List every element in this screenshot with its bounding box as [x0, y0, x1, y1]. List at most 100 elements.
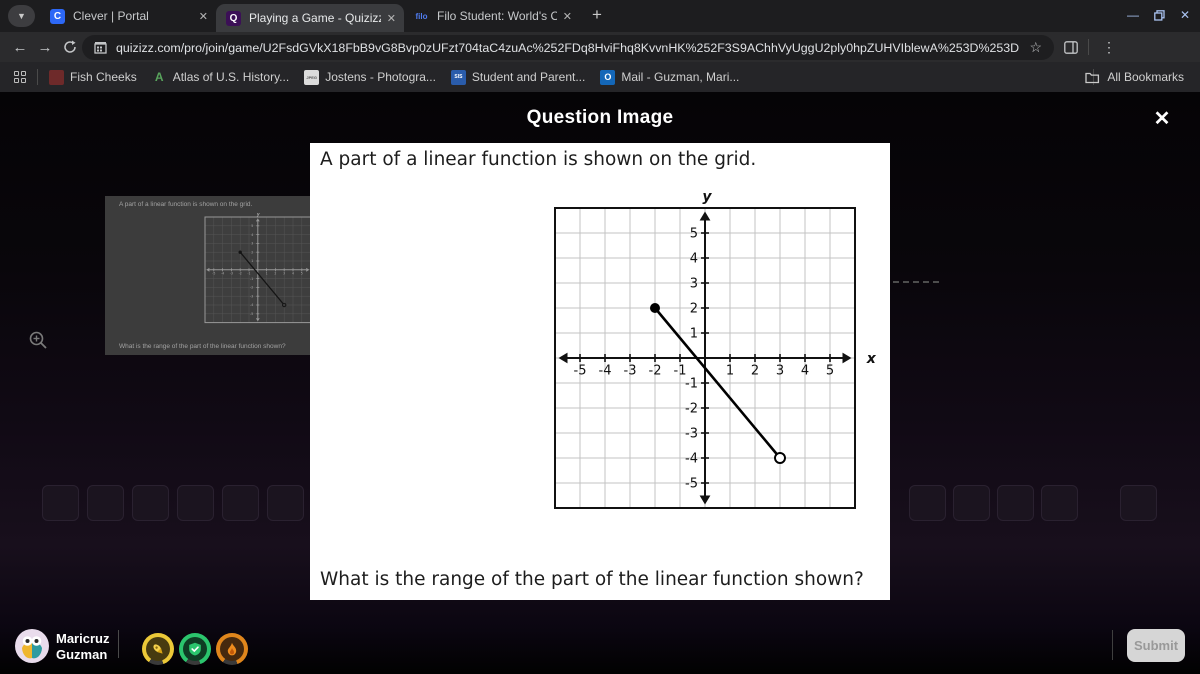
- placeholder-tile: [1041, 485, 1078, 521]
- browser-tab-1[interactable]: C Clever | Portal ✕: [40, 0, 216, 32]
- site-info-icon[interactable]: [94, 41, 107, 54]
- browser-toolbar: ← → quizizz.com/pro/join/game/U2FsdGVkX1…: [0, 32, 1200, 62]
- linear-function-graph: -5 -4 -3 -2 -1 1 2 3 4 5-5-4-3-2-112345xy: [554, 189, 877, 509]
- tab-close-icon[interactable]: ✕: [387, 12, 396, 25]
- submit-button[interactable]: Submit: [1127, 629, 1185, 662]
- svg-text:-2: -2: [685, 402, 698, 417]
- bookmarks-divider: [37, 69, 38, 85]
- name-divider: [118, 630, 119, 658]
- player-name: Maricruz Guzman: [56, 631, 109, 663]
- question-intro-text: A part of a linear function is shown on …: [320, 149, 757, 170]
- svg-text:-4: -4: [250, 303, 253, 307]
- back-button[interactable]: ←: [9, 36, 31, 58]
- svg-text:-3: -3: [624, 363, 637, 378]
- window-controls: — ✕: [1120, 4, 1198, 26]
- bookmark-item-5[interactable]: O Mail - Guzman, Mari...: [600, 69, 740, 85]
- flame-powerup-icon: [220, 637, 244, 661]
- bookmark-label: Student and Parent...: [471, 70, 586, 84]
- bookmark-label: Jostens - Photogra...: [325, 70, 436, 84]
- svg-text:4: 4: [690, 252, 698, 267]
- bookmarks-bar: Fish Cheeks A Atlas of U.S. History... JPEG…: [0, 62, 1200, 92]
- restore-button[interactable]: [1146, 4, 1172, 26]
- tab-title: Clever | Portal: [73, 9, 149, 23]
- bookmark-star-icon[interactable]: ☆: [1029, 39, 1042, 56]
- new-tab-button[interactable]: +: [592, 5, 602, 25]
- svg-text:1: 1: [690, 327, 698, 342]
- quiz-page: Question Image ✕ A part of a linear func…: [0, 92, 1200, 674]
- svg-text:x: x: [866, 351, 877, 367]
- bookmark-item-2[interactable]: A Atlas of U.S. History...: [152, 70, 289, 85]
- owl-avatar-icon: [15, 629, 49, 663]
- question-preview-card: A part of a linear function is shown on …: [105, 196, 310, 355]
- svg-text:-3: -3: [230, 271, 233, 275]
- bookmark-favicon: A: [154, 70, 164, 84]
- svg-text:-5: -5: [250, 312, 253, 316]
- svg-text:5: 5: [826, 363, 834, 378]
- toolbar-divider: [1088, 39, 1089, 55]
- reload-button[interactable]: [59, 36, 81, 58]
- svg-text:-3: -3: [685, 427, 698, 442]
- placeholder-tile: [267, 485, 304, 521]
- svg-text:2: 2: [251, 250, 253, 254]
- svg-text:1: 1: [266, 271, 268, 275]
- close-window-button[interactable]: ✕: [1172, 4, 1198, 26]
- tab-strip: ▼ C Clever | Portal ✕ Q Playing a Game - Qui…: [0, 0, 1200, 32]
- svg-text:-5: -5: [212, 271, 215, 275]
- bookmark-item-3[interactable]: JPEG Jostens - Photogra...: [304, 69, 436, 85]
- svg-text:4: 4: [251, 233, 253, 237]
- bookmark-favicon: SIS: [450, 69, 466, 85]
- svg-text:-2: -2: [250, 286, 253, 290]
- minimize-button[interactable]: —: [1120, 4, 1146, 26]
- svg-text:-5: -5: [574, 363, 587, 378]
- svg-text:-2: -2: [649, 363, 662, 378]
- svg-text:-3: -3: [250, 294, 253, 298]
- apps-grid-icon[interactable]: [14, 71, 26, 83]
- tab-close-icon[interactable]: ✕: [199, 10, 208, 23]
- placeholder-tile: [87, 485, 124, 521]
- background-dashed-line: [893, 281, 939, 283]
- forward-button[interactable]: →: [34, 36, 56, 58]
- speed-powerup[interactable]: [142, 633, 174, 665]
- svg-text:5: 5: [690, 227, 698, 242]
- svg-text:-4: -4: [221, 271, 224, 275]
- reload-icon: [64, 40, 76, 53]
- flame-powerup[interactable]: [216, 633, 248, 665]
- all-bookmarks-button[interactable]: All Bookmarks: [1085, 70, 1184, 84]
- svg-text:2: 2: [751, 363, 759, 378]
- tab-search-button[interactable]: ▼: [8, 5, 35, 27]
- bookmark-label: Fish Cheeks: [70, 70, 137, 84]
- zoom-image-icon[interactable]: [28, 330, 48, 355]
- preview-question-intro: A part of a linear function is shown on …: [119, 201, 253, 208]
- tab-favicon: C: [50, 8, 65, 24]
- tab-title: Filo Student: World's Only Live: [437, 9, 557, 23]
- browser-tab-3[interactable]: filo Filo Student: World's Only Live ✕: [404, 0, 580, 32]
- svg-text:-1: -1: [250, 277, 253, 281]
- bookmark-favicon: [49, 69, 64, 85]
- svg-text:3: 3: [251, 242, 253, 246]
- browser-tab-2[interactable]: Q Playing a Game - Quizizz ✕: [216, 4, 404, 32]
- address-bar[interactable]: quizizz.com/pro/join/game/U2FsdGVkX18FbB…: [82, 35, 1054, 60]
- bookmark-item-4[interactable]: SIS Student and Parent...: [450, 69, 586, 85]
- svg-text:4: 4: [801, 363, 809, 378]
- speed-powerup-icon: [146, 637, 170, 661]
- placeholder-tile: [222, 485, 259, 521]
- side-panel-icon: [1064, 40, 1078, 54]
- submit-divider: [1112, 630, 1113, 660]
- shield-powerup[interactable]: [179, 633, 211, 665]
- bookmark-favicon: JPEG: [304, 69, 320, 85]
- bookmark-item-1[interactable]: Fish Cheeks: [49, 69, 137, 85]
- svg-text:y: y: [702, 189, 712, 205]
- question-image-title: Question Image: [526, 107, 674, 128]
- placeholder-tile: [909, 485, 946, 521]
- svg-text:-1: -1: [247, 271, 250, 275]
- browser-menu-button[interactable]: ⋮: [1098, 36, 1120, 58]
- bookmark-label: Mail - Guzman, Mari...: [621, 70, 740, 84]
- bookmark-favicon: O: [600, 69, 616, 85]
- side-panel-button[interactable]: [1060, 36, 1082, 58]
- close-question-image-button[interactable]: ✕: [1148, 104, 1176, 132]
- tab-close-icon[interactable]: ✕: [563, 10, 572, 23]
- question-image-modal: A part of a linear function is shown on …: [310, 143, 890, 600]
- svg-text:y: y: [257, 213, 260, 216]
- svg-text:3: 3: [690, 277, 698, 292]
- placeholder-tile: [953, 485, 990, 521]
